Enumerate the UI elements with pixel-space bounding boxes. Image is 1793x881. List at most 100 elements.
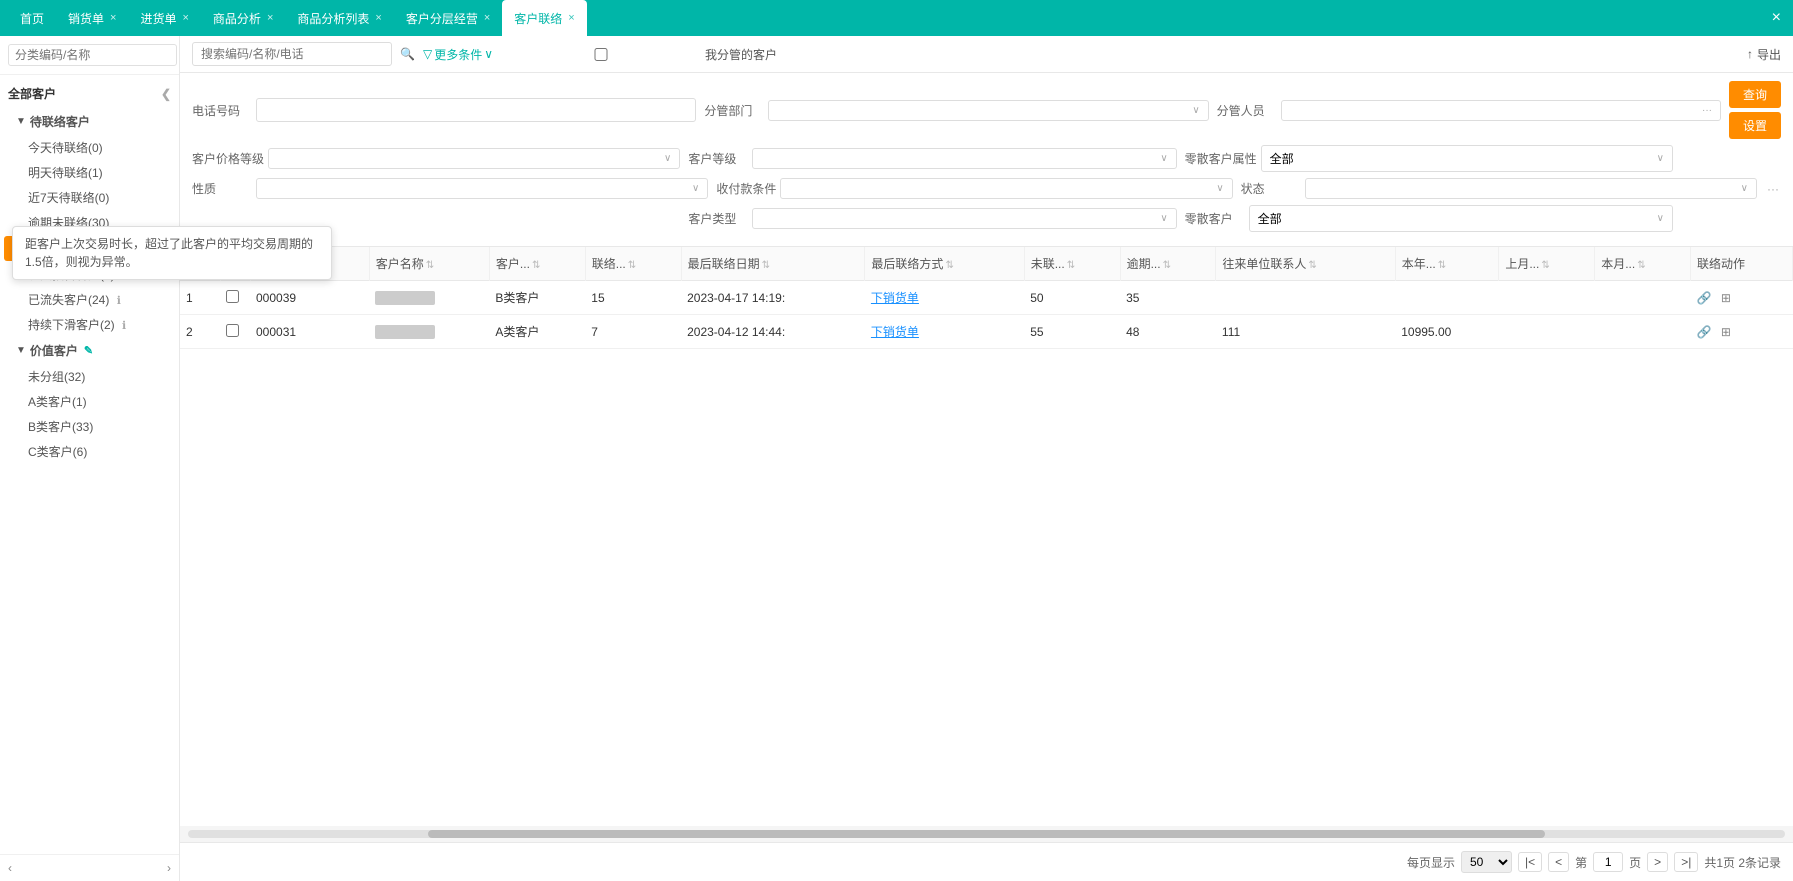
field-scatter-attr-select[interactable]: 全部 ∨ bbox=[1261, 145, 1673, 172]
sidebar-search-input[interactable] bbox=[8, 44, 177, 66]
field-customer-type-select[interactable]: ∨ bbox=[752, 208, 1176, 229]
sidebar-item-ungroup[interactable]: 未分组(32) bbox=[0, 364, 179, 389]
sort-pending[interactable]: ⇅ bbox=[1067, 260, 1075, 271]
next-page-btn[interactable]: > bbox=[1647, 852, 1668, 872]
tree-section-header-pending[interactable]: ▼ 待联络客户 bbox=[0, 108, 179, 135]
action-copy-0[interactable]: ⊞ bbox=[1721, 291, 1731, 305]
field-price-level-select[interactable]: ∨ bbox=[268, 148, 680, 169]
sidebar-scroll-left[interactable]: ‹ bbox=[8, 861, 12, 875]
tab-sales-order[interactable]: 销货单 × bbox=[56, 0, 128, 36]
window-close-button[interactable]: × bbox=[1772, 9, 1781, 27]
method-link-0[interactable]: 下销货单 bbox=[871, 291, 919, 305]
cell-checkbox-0[interactable] bbox=[220, 281, 250, 315]
search-icon[interactable]: 🔍 bbox=[400, 47, 415, 61]
field-status-select[interactable]: ∨ bbox=[1305, 178, 1757, 199]
field-nature-select[interactable]: ∨ bbox=[256, 178, 708, 199]
sort-this-year[interactable]: ⇅ bbox=[1438, 260, 1446, 271]
scrollbar-thumb[interactable] bbox=[428, 830, 1546, 838]
sidebar-item-class-a[interactable]: A类客户(1) bbox=[0, 389, 179, 414]
field-person-select[interactable]: ··· bbox=[1281, 100, 1721, 121]
export-btn[interactable]: ↑ 导出 bbox=[1747, 46, 1781, 63]
tab-product-analysis[interactable]: 商品分析 × bbox=[201, 0, 285, 36]
sidebar-item-today-pending[interactable]: 今天待联络(0) bbox=[0, 135, 179, 160]
field-status-label: 状态 bbox=[1241, 180, 1301, 197]
field-customer-level-select[interactable]: ∨ bbox=[752, 148, 1176, 169]
sort-contact[interactable]: ⇅ bbox=[628, 260, 636, 271]
sort-customer-type[interactable]: ⇅ bbox=[532, 260, 540, 271]
sidebar-item-class-c[interactable]: C类客户(6) bbox=[0, 439, 179, 464]
col-pending[interactable]: 未联...⇅ bbox=[1024, 247, 1120, 281]
sidebar-item-7days-pending[interactable]: 近7天待联络(0) bbox=[0, 185, 179, 210]
field-dept-select[interactable]: ∨ bbox=[768, 100, 1208, 121]
price-select-arrow: ∨ bbox=[664, 153, 671, 164]
method-link-1[interactable]: 下销货单 bbox=[871, 325, 919, 339]
first-page-btn[interactable]: |< bbox=[1518, 852, 1542, 872]
last-page-btn[interactable]: >| bbox=[1674, 852, 1698, 872]
col-last-contact-method[interactable]: 最后联络方式⇅ bbox=[865, 247, 1024, 281]
action-link-0[interactable]: 🔗 bbox=[1697, 291, 1712, 305]
close-tab-customer-stratification[interactable]: × bbox=[484, 12, 490, 24]
my-customers-check-input[interactable] bbox=[501, 48, 701, 61]
sort-last-contact-date[interactable]: ⇅ bbox=[762, 260, 770, 271]
field-phone-input[interactable] bbox=[256, 98, 696, 122]
close-tab-purchase-order[interactable]: × bbox=[182, 12, 188, 24]
close-tab-customer-contact[interactable]: × bbox=[568, 12, 574, 24]
setup-button[interactable]: 设置 bbox=[1729, 112, 1781, 139]
cell-checkbox-1[interactable] bbox=[220, 315, 250, 349]
cell-method-1[interactable]: 下销货单 bbox=[865, 315, 1024, 349]
tree-section-header-value[interactable]: ▼ 价值客户 ✎ bbox=[0, 337, 179, 364]
prev-page-btn[interactable]: < bbox=[1548, 852, 1569, 872]
page-number-input[interactable] bbox=[1593, 852, 1623, 872]
tab-customer-contact[interactable]: 客户联络 × bbox=[502, 0, 586, 36]
tab-purchase-order[interactable]: 进货单 × bbox=[128, 0, 200, 36]
action-copy-1[interactable]: ⊞ bbox=[1721, 325, 1731, 339]
field-payment-select[interactable]: ∨ bbox=[780, 178, 1232, 199]
close-tab-sales-order[interactable]: × bbox=[110, 12, 116, 24]
action-link-1[interactable]: 🔗 bbox=[1697, 325, 1712, 339]
close-tab-product-analysis-list[interactable]: × bbox=[375, 12, 381, 24]
my-customers-checkbox[interactable]: 我分管的客户 bbox=[501, 46, 777, 63]
col-overdue[interactable]: 逾期...⇅ bbox=[1120, 247, 1216, 281]
more-conditions-btn[interactable]: ▽ 更多条件 ∨ bbox=[423, 46, 493, 63]
field-scatter-customer-select[interactable]: 全部 ∨ bbox=[1249, 205, 1673, 232]
col-customer-name[interactable]: 客户名称⇅ bbox=[369, 247, 489, 281]
cell-actions-1[interactable]: 🔗 ⊞ bbox=[1691, 315, 1793, 349]
tab-home[interactable]: 首页 bbox=[8, 0, 56, 36]
sidebar-item-declining[interactable]: 持续下滑客户(2) ℹ bbox=[0, 312, 179, 337]
collapse-sidebar-btn[interactable]: ❮ bbox=[161, 87, 171, 101]
sidebar-item-tomorrow-pending[interactable]: 明天待联络(1) bbox=[0, 160, 179, 185]
sort-overdue[interactable]: ⇅ bbox=[1163, 260, 1171, 271]
col-last-month[interactable]: 上月...⇅ bbox=[1499, 247, 1595, 281]
cell-contact-1: 7 bbox=[585, 315, 681, 349]
col-this-year[interactable]: 本年...⇅ bbox=[1395, 247, 1499, 281]
sort-customer-name[interactable]: ⇅ bbox=[426, 260, 434, 271]
sort-last-contact-method[interactable]: ⇅ bbox=[945, 260, 953, 271]
col-customer-type[interactable]: 客户...⇅ bbox=[489, 247, 585, 281]
tab-product-analysis-list[interactable]: 商品分析列表 × bbox=[285, 0, 393, 36]
search-input[interactable] bbox=[192, 42, 392, 66]
tree-root-all-customers[interactable]: 全部客户 ❮ bbox=[0, 79, 179, 108]
sidebar-scroll-right[interactable]: › bbox=[167, 861, 171, 875]
row-checkbox-1[interactable] bbox=[226, 324, 239, 337]
per-page-select[interactable]: 50 100 200 bbox=[1461, 851, 1512, 873]
sort-last-month[interactable]: ⇅ bbox=[1541, 260, 1549, 271]
more-filters-btn[interactable]: ··· bbox=[1765, 180, 1781, 198]
tab-customer-stratification[interactable]: 客户分层经营 × bbox=[394, 0, 502, 36]
col-contact-person[interactable]: 往来单位联系人⇅ bbox=[1216, 247, 1395, 281]
col-contact[interactable]: 联络...⇅ bbox=[585, 247, 681, 281]
cell-method-0[interactable]: 下销货单 bbox=[865, 281, 1024, 315]
sidebar-item-churned[interactable]: 已流失客户(24) ℹ bbox=[0, 287, 179, 312]
action-buttons: 查询 设置 bbox=[1729, 81, 1781, 139]
sort-this-month[interactable]: ⇅ bbox=[1637, 260, 1645, 271]
horizontal-scrollbar[interactable] bbox=[188, 830, 1785, 838]
col-last-contact-date[interactable]: 最后联络日期⇅ bbox=[681, 247, 865, 281]
cell-actions-0[interactable]: 🔗 ⊞ bbox=[1691, 281, 1793, 315]
edit-value-icon[interactable]: ✎ bbox=[84, 344, 93, 357]
sort-contact-person[interactable]: ⇅ bbox=[1308, 260, 1316, 271]
query-button[interactable]: 查询 bbox=[1729, 81, 1781, 108]
sidebar-item-class-b[interactable]: B类客户(33) bbox=[0, 414, 179, 439]
col-this-month[interactable]: 本月...⇅ bbox=[1595, 247, 1691, 281]
close-tab-product-analysis[interactable]: × bbox=[267, 12, 273, 24]
row-checkbox-0[interactable] bbox=[226, 290, 239, 303]
cell-overdue-0: 35 bbox=[1120, 281, 1216, 315]
